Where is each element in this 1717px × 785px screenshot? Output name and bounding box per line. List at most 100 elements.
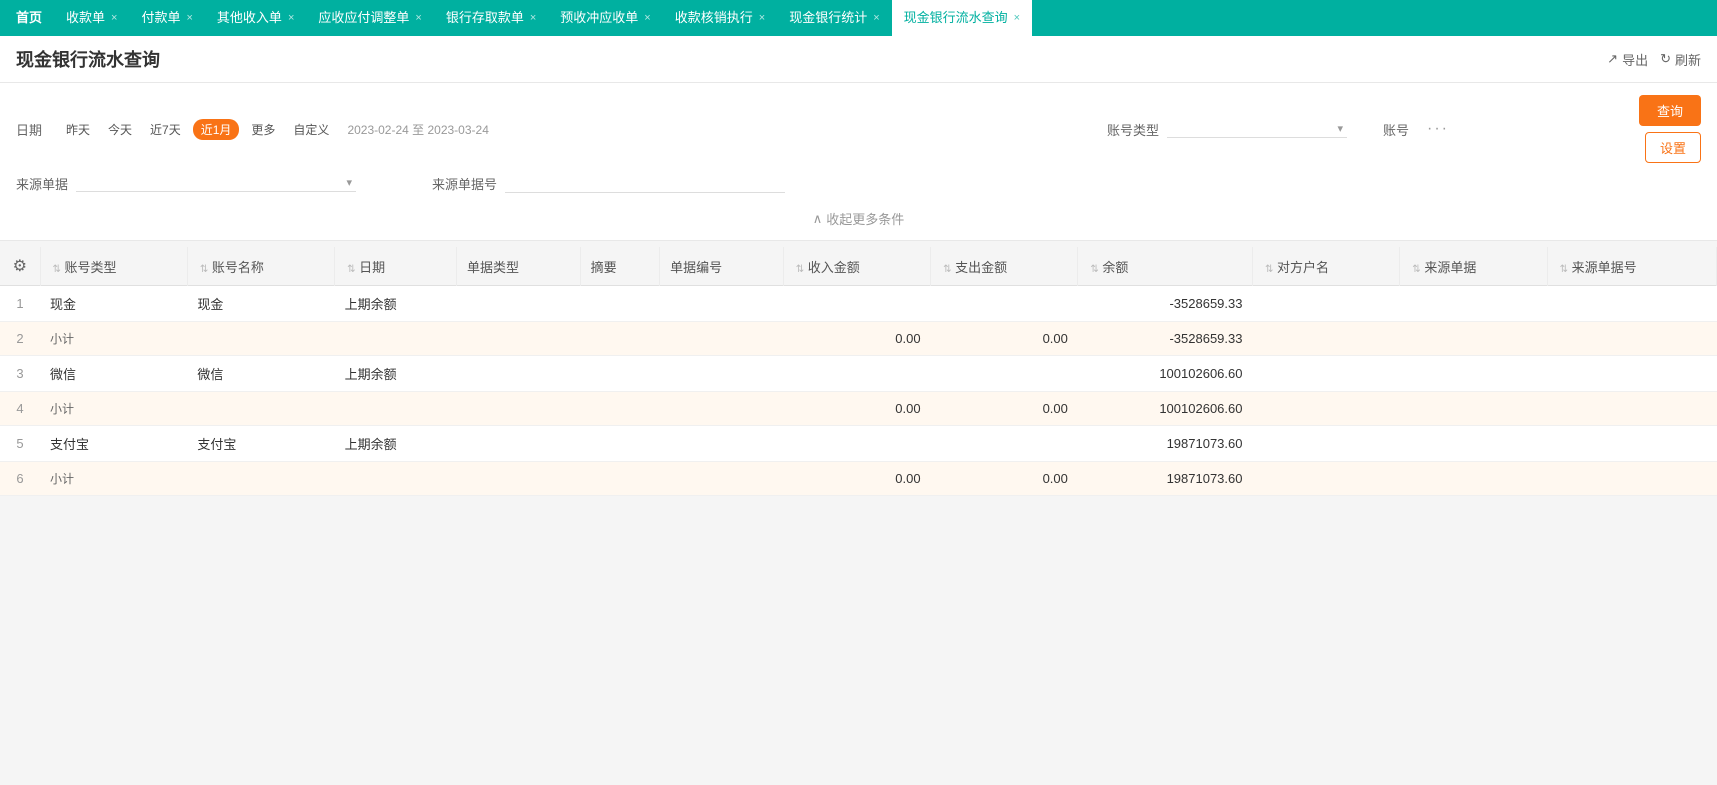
nav-tab-bank-stats[interactable]: 现金银行统计 ×	[777, 0, 891, 36]
cell-date	[335, 462, 457, 496]
nav-tab-prepay-offset[interactable]: 预收冲应收单 ×	[548, 0, 662, 36]
table-row: 1现金现金上期余额-3528659.33	[0, 286, 1717, 322]
nav-tab-bank-stats-close[interactable]: ×	[873, 0, 879, 36]
col-date[interactable]: ⇅ 日期	[335, 247, 457, 286]
date-filter-label: 日期	[16, 120, 52, 139]
cell-counterparty	[1252, 322, 1399, 356]
col-source-doc-no-label: 来源单据号	[1572, 260, 1637, 275]
nav-tab-other-income[interactable]: 其他收入单 ×	[205, 0, 306, 36]
cell-expense	[931, 356, 1078, 392]
filter-row-source: 来源单据 ▾ 来源单据号	[16, 173, 1701, 193]
date-option-7days[interactable]: 近7天	[144, 119, 187, 140]
sort-icon-income: ⇅	[796, 264, 804, 275]
page-title: 现金银行流水查询	[16, 46, 160, 72]
query-button[interactable]: 查询	[1639, 95, 1701, 126]
header-actions: ↗ 导出 ↻ 刷新	[1607, 50, 1701, 69]
row-num: 5	[0, 426, 40, 462]
date-option-today[interactable]: 今天	[102, 119, 138, 140]
cell-income: 0.00	[783, 392, 930, 426]
nav-tab-receipts[interactable]: 收款单 ×	[54, 0, 129, 36]
cell-date	[335, 392, 457, 426]
cell-balance: -3528659.33	[1078, 322, 1253, 356]
nav-tab-receipt-exec-close[interactable]: ×	[759, 0, 765, 36]
date-option-more[interactable]: 更多	[245, 119, 281, 140]
col-summary[interactable]: 摘要	[580, 247, 660, 286]
collapse-bar[interactable]: ∧ 收起更多条件	[16, 203, 1701, 228]
cell-counterparty	[1252, 356, 1399, 392]
col-account-type[interactable]: ⇅ 账号类型	[40, 247, 187, 286]
cell-doc-no	[660, 322, 784, 356]
cell-doc-no	[660, 462, 784, 496]
filter-row-date: 日期 昨天 今天 近7天 近1月 更多 自定义 2023-02-24 至 202…	[16, 95, 1701, 163]
cell-doc-type	[457, 286, 581, 322]
nav-tab-ar-ap-adjust[interactable]: 应收应付调整单 ×	[306, 0, 433, 36]
cell-expense	[931, 426, 1078, 462]
page-header: 现金银行流水查询 ↗ 导出 ↻ 刷新	[0, 36, 1717, 83]
col-doc-type[interactable]: 单据类型	[457, 247, 581, 286]
sort-icon-date: ⇅	[347, 264, 355, 275]
date-option-custom[interactable]: 自定义	[287, 119, 335, 140]
sort-icon-expense: ⇅	[943, 264, 951, 275]
col-balance[interactable]: ⇅ 余额	[1078, 247, 1253, 286]
nav-tab-bank-deposit[interactable]: 银行存取款单 ×	[434, 0, 548, 36]
row-num: 6	[0, 462, 40, 496]
nav-tab-ar-ap-adjust-close[interactable]: ×	[415, 0, 421, 36]
cell-income: 0.00	[783, 322, 930, 356]
cell-expense: 0.00	[931, 322, 1078, 356]
row-num: 4	[0, 392, 40, 426]
export-button[interactable]: ↗ 导出	[1607, 50, 1648, 69]
cell-source-doc-no	[1547, 322, 1716, 356]
cell-source-doc-no	[1547, 356, 1716, 392]
refresh-button[interactable]: ↻ 刷新	[1660, 50, 1701, 69]
col-account-name[interactable]: ⇅ 账号名称	[187, 247, 334, 286]
nav-tab-ar-ap-adjust-label: 应收应付调整单	[318, 0, 409, 36]
account-type-filter-group: 账号类型 ▾	[1107, 120, 1367, 139]
account-type-select[interactable]: ▾	[1167, 120, 1347, 138]
col-expense[interactable]: ⇅ 支出金额	[931, 247, 1078, 286]
cell-doc-no	[660, 356, 784, 392]
source-doc-filter-group: 来源单据 ▾	[16, 174, 416, 193]
cell-balance: 19871073.60	[1078, 426, 1253, 462]
source-doc-label: 来源单据	[16, 174, 68, 193]
nav-tab-receipt-exec[interactable]: 收款核销执行 ×	[663, 0, 777, 36]
nav-tab-payments-close[interactable]: ×	[186, 0, 192, 36]
col-counterparty[interactable]: ⇅ 对方户名	[1252, 247, 1399, 286]
table-row: 2小计0.000.00-3528659.33	[0, 322, 1717, 356]
export-label: 导出	[1622, 50, 1648, 69]
col-doc-no[interactable]: 单据编号	[660, 247, 784, 286]
col-source-doc[interactable]: ⇅ 来源单据	[1400, 247, 1547, 286]
nav-tab-payments[interactable]: 付款单 ×	[129, 0, 204, 36]
settings-button[interactable]: 设置	[1645, 132, 1701, 163]
source-doc-no-input[interactable]	[505, 173, 785, 193]
date-option-1month[interactable]: 近1月	[193, 119, 240, 140]
nav-tab-bank-flow[interactable]: 现金银行流水查询 ×	[892, 0, 1032, 36]
account-dots-button[interactable]: ···	[1427, 120, 1449, 138]
nav-tab-other-income-close[interactable]: ×	[288, 0, 294, 36]
column-settings-icon[interactable]: ⚙	[13, 258, 27, 275]
sort-icon-source-doc-no: ⇅	[1560, 264, 1568, 275]
col-account-type-label: 账号类型	[65, 260, 117, 275]
nav-tab-bank-deposit-close[interactable]: ×	[530, 0, 536, 36]
source-doc-select[interactable]: ▾	[76, 174, 356, 192]
date-option-yesterday[interactable]: 昨天	[60, 119, 96, 140]
cell-doc-no	[660, 286, 784, 322]
cell-summary	[580, 356, 660, 392]
sort-icon-source-doc: ⇅	[1412, 264, 1420, 275]
nav-home[interactable]: 首页	[4, 0, 54, 36]
date-filter-group: 日期 昨天 今天 近7天 近1月 更多 自定义 2023-02-24 至 202…	[16, 119, 1091, 140]
nav-tab-bank-flow-close[interactable]: ×	[1014, 0, 1020, 36]
col-expense-label: 支出金额	[955, 260, 1007, 275]
nav-tab-receipts-close[interactable]: ×	[111, 0, 117, 36]
col-settings[interactable]: ⚙	[0, 247, 40, 286]
cell-balance: -3528659.33	[1078, 286, 1253, 322]
col-doc-no-label: 单据编号	[670, 260, 722, 275]
cell-summary	[580, 392, 660, 426]
col-income[interactable]: ⇅ 收入金额	[783, 247, 930, 286]
nav-tab-prepay-offset-close[interactable]: ×	[644, 0, 650, 36]
cell-doc-no	[660, 426, 784, 462]
table-row: 6小计0.000.0019871073.60	[0, 462, 1717, 496]
cell-source-doc-no	[1547, 462, 1716, 496]
col-source-doc-no[interactable]: ⇅ 来源单据号	[1547, 247, 1716, 286]
cell-summary	[580, 426, 660, 462]
cell-source-doc	[1400, 356, 1547, 392]
